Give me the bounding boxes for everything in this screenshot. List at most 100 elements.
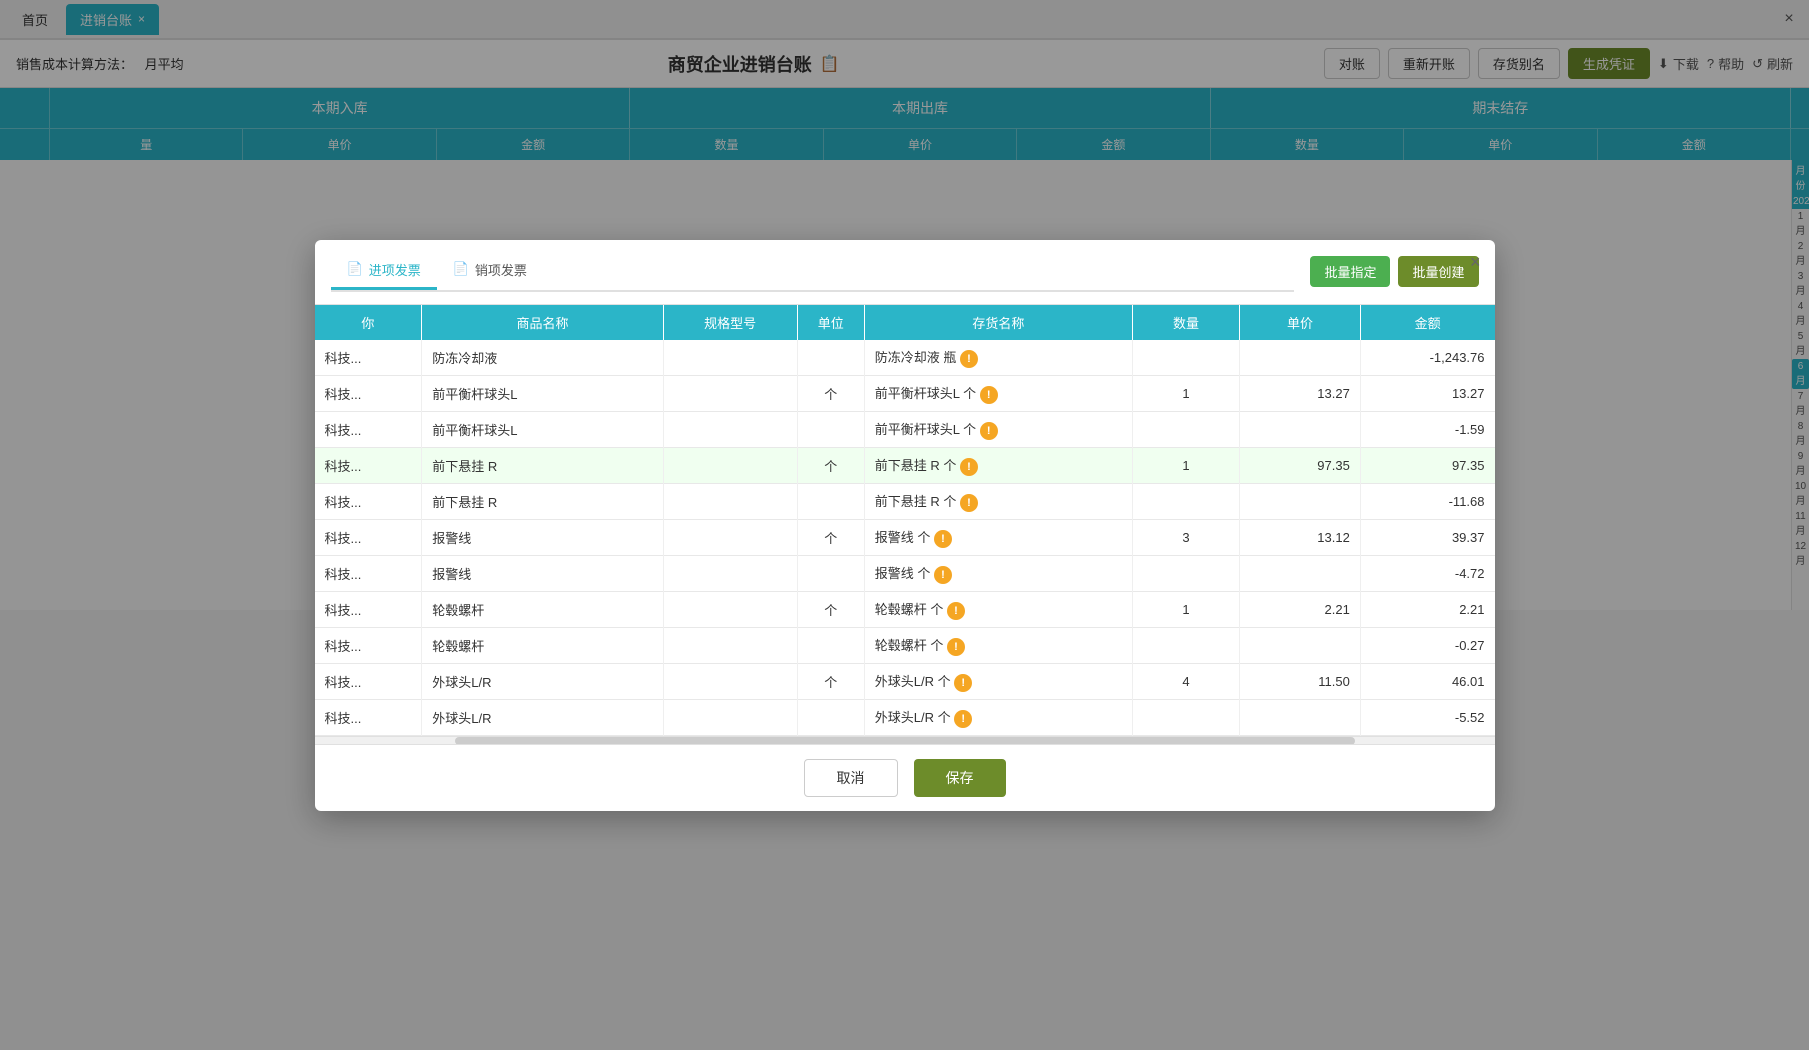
modal-close-button[interactable]: ×: [1470, 252, 1481, 273]
cell-unit-price: [1240, 555, 1361, 591]
table-row[interactable]: 科技...防冻冷却液防冻冷却液 瓶 !-1,243.76: [315, 340, 1495, 376]
incoming-invoice-label: 进项发票: [369, 260, 421, 279]
cell-company: 科技...: [315, 411, 422, 447]
table-row[interactable]: 科技...轮毂螺杆轮毂螺杆 个 !-0.27: [315, 627, 1495, 663]
batch-assign-button[interactable]: 批量指定: [1310, 256, 1390, 287]
cell-product-name: 前平衡杆球头L: [422, 411, 663, 447]
cell-unit: [797, 411, 864, 447]
cell-spec: [663, 411, 797, 447]
cell-amount: -1,243.76: [1360, 340, 1494, 376]
cell-quantity: [1132, 555, 1239, 591]
cell-product-name: 报警线: [422, 555, 663, 591]
cell-amount: 97.35: [1360, 447, 1494, 483]
warning-icon: !: [960, 458, 978, 476]
cell-amount: 2.21: [1360, 591, 1494, 627]
cell-product-name: 轮毂螺杆: [422, 591, 663, 627]
inventory-name-text: 轮毂螺杆 个: [875, 638, 944, 653]
warning-icon: !: [934, 566, 952, 584]
cell-product-name: 前下悬挂 R: [422, 447, 663, 483]
horizontal-scrollbar[interactable]: [315, 736, 1495, 744]
warning-icon: !: [954, 710, 972, 728]
table-header-row: 你 商品名称 规格型号 单位 存货名称 数量 单价 金额: [315, 305, 1495, 340]
modal-overlay: 📄 进项发票 📄 销项发票 批量指定 批量创建 × 你 商品名: [0, 0, 1809, 1050]
table-row[interactable]: 科技...外球头L/R个外球头L/R 个 !411.5046.01: [315, 663, 1495, 699]
outgoing-invoice-label: 销项发票: [475, 260, 527, 279]
cell-spec: [663, 663, 797, 699]
cell-product-name: 轮毂螺杆: [422, 627, 663, 663]
cell-amount: 46.01: [1360, 663, 1494, 699]
table-row[interactable]: 科技...外球头L/R外球头L/R 个 !-5.52: [315, 699, 1495, 735]
cell-inventory-name: 前下悬挂 R 个 !: [864, 483, 1132, 519]
cell-spec: [663, 591, 797, 627]
table-row[interactable]: 科技...轮毂螺杆个轮毂螺杆 个 !12.212.21: [315, 591, 1495, 627]
warning-icon: !: [980, 422, 998, 440]
warning-icon: !: [947, 638, 965, 656]
table-row[interactable]: 科技...报警线报警线 个 !-4.72: [315, 555, 1495, 591]
col-unit: 单位: [797, 305, 864, 340]
inventory-name-text: 外球头L/R 个: [875, 674, 951, 689]
cell-unit: [797, 483, 864, 519]
cell-unit: 个: [797, 375, 864, 411]
inventory-name-text: 报警线 个: [875, 566, 931, 581]
cell-product-name: 防冻冷却液: [422, 340, 663, 376]
incoming-invoice-icon: 📄: [347, 261, 363, 277]
col-inventory-name: 存货名称: [864, 305, 1132, 340]
batch-create-button[interactable]: 批量创建: [1398, 256, 1478, 287]
cell-unit: [797, 340, 864, 376]
table-row[interactable]: 科技...前平衡杆球头L个前平衡杆球头L 个 !113.2713.27: [315, 375, 1495, 411]
warning-icon: !: [960, 494, 978, 512]
col-product-name: 商品名称: [422, 305, 663, 340]
inventory-name-text: 报警线 个: [875, 530, 931, 545]
col-company: 你: [315, 305, 422, 340]
col-amount: 金额: [1360, 305, 1494, 340]
cell-unit-price: [1240, 627, 1361, 663]
table-row[interactable]: 科技...前下悬挂 R个前下悬挂 R 个 !197.3597.35: [315, 447, 1495, 483]
table-row[interactable]: 科技...报警线个报警线 个 !313.1239.37: [315, 519, 1495, 555]
cell-amount: -1.59: [1360, 411, 1494, 447]
cell-company: 科技...: [315, 627, 422, 663]
cell-company: 科技...: [315, 340, 422, 376]
cell-quantity: [1132, 627, 1239, 663]
warning-icon: !: [947, 602, 965, 620]
cell-quantity: 1: [1132, 447, 1239, 483]
cell-spec: [663, 375, 797, 411]
cell-unit-price: [1240, 483, 1361, 519]
cell-company: 科技...: [315, 375, 422, 411]
cell-spec: [663, 447, 797, 483]
cell-spec: [663, 627, 797, 663]
cell-company: 科技...: [315, 699, 422, 735]
col-spec: 规格型号: [663, 305, 797, 340]
cell-quantity: 1: [1132, 591, 1239, 627]
cell-quantity: [1132, 483, 1239, 519]
modal-toolbar: 批量指定 批量创建: [1310, 256, 1478, 287]
outgoing-invoice-icon: 📄: [453, 261, 469, 277]
inventory-name-text: 轮毂螺杆 个: [875, 602, 944, 617]
cell-company: 科技...: [315, 519, 422, 555]
col-unit-price: 单价: [1240, 305, 1361, 340]
inventory-name-text: 前下悬挂 R 个: [875, 458, 957, 473]
cell-amount: 13.27: [1360, 375, 1494, 411]
save-button[interactable]: 保存: [914, 759, 1006, 797]
cell-unit-price: 97.35: [1240, 447, 1361, 483]
cell-inventory-name: 报警线 个 !: [864, 519, 1132, 555]
cell-quantity: 4: [1132, 663, 1239, 699]
cell-unit: 个: [797, 591, 864, 627]
table-row[interactable]: 科技...前平衡杆球头L 前平衡杆球头L 个 ! -1.59: [315, 411, 1495, 447]
cell-company: 科技...: [315, 447, 422, 483]
cell-quantity: [1132, 340, 1239, 376]
cell-unit-price: 13.27: [1240, 375, 1361, 411]
cell-product-name: 外球头L/R: [422, 699, 663, 735]
cell-product-name: 报警线: [422, 519, 663, 555]
cell-amount: -5.52: [1360, 699, 1494, 735]
inventory-name-text: 前平衡杆球头L 个: [875, 422, 976, 437]
col-quantity: 数量: [1132, 305, 1239, 340]
tab-incoming-invoice[interactable]: 📄 进项发票: [331, 252, 437, 290]
tab-outgoing-invoice[interactable]: 📄 销项发票: [437, 252, 543, 290]
invoice-data-table[interactable]: 你 商品名称 规格型号 单位 存货名称 数量 单价 金额 科技...防冻冷却液防…: [315, 305, 1495, 736]
cell-amount: -4.72: [1360, 555, 1494, 591]
warning-icon: !: [934, 530, 952, 548]
modal-dialog: 📄 进项发票 📄 销项发票 批量指定 批量创建 × 你 商品名: [315, 240, 1495, 811]
cell-amount: -11.68: [1360, 483, 1494, 519]
table-row[interactable]: 科技...前下悬挂 R前下悬挂 R 个 !-11.68: [315, 483, 1495, 519]
cancel-button[interactable]: 取消: [804, 759, 898, 797]
